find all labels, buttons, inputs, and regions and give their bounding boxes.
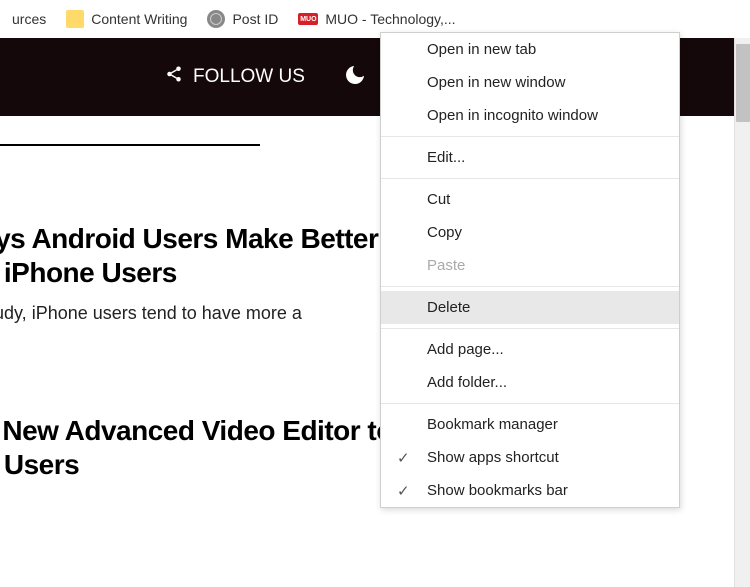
check-icon: ✓ (397, 449, 410, 467)
bookmark-item-post-id[interactable]: Post ID (199, 6, 286, 32)
menu-open-incognito[interactable]: Open in incognito window (381, 99, 679, 132)
bookmark-label: Post ID (232, 11, 278, 27)
bookmark-item-muo[interactable]: MUO MUO - Technology,... (290, 7, 463, 31)
globe-icon (207, 10, 225, 28)
menu-divider (381, 136, 679, 137)
check-icon: ✓ (397, 482, 410, 500)
menu-copy[interactable]: Copy (381, 216, 679, 249)
menu-add-page[interactable]: Add page... (381, 333, 679, 366)
vertical-scrollbar[interactable] (734, 38, 750, 587)
bookmark-context-menu: Open in new tab Open in new window Open … (380, 32, 680, 508)
menu-delete[interactable]: Delete (381, 291, 679, 324)
scroll-thumb[interactable] (736, 44, 750, 122)
bookmark-item-sources[interactable]: urces (4, 7, 54, 31)
menu-show-apps[interactable]: ✓ Show apps shortcut (381, 441, 679, 474)
menu-open-new-tab[interactable]: Open in new tab (381, 33, 679, 66)
bookmark-label: MUO - Technology,... (325, 11, 455, 27)
bookmark-label: Content Writing (91, 11, 187, 27)
menu-divider (381, 403, 679, 404)
muo-icon: MUO (298, 13, 318, 25)
menu-add-folder[interactable]: Add folder... (381, 366, 679, 399)
share-icon (165, 65, 183, 89)
menu-bookmark-manager[interactable]: Bookmark manager (381, 408, 679, 441)
bookmark-item-content-writing[interactable]: Content Writing (58, 6, 195, 32)
follow-us-link[interactable]: FOLLOW US (165, 65, 305, 89)
folder-icon (66, 10, 84, 28)
follow-us-label: FOLLOW US (193, 66, 305, 88)
menu-divider (381, 178, 679, 179)
menu-show-bookmarks[interactable]: ✓ Show bookmarks bar (381, 474, 679, 507)
menu-open-new-window[interactable]: Open in new window (381, 66, 679, 99)
menu-divider (381, 328, 679, 329)
menu-paste: Paste (381, 249, 679, 282)
menu-divider (381, 286, 679, 287)
menu-cut[interactable]: Cut (381, 183, 679, 216)
article-divider (0, 144, 260, 146)
moon-icon[interactable] (343, 63, 367, 92)
bookmark-label: urces (12, 11, 46, 27)
menu-edit[interactable]: Edit... (381, 141, 679, 174)
